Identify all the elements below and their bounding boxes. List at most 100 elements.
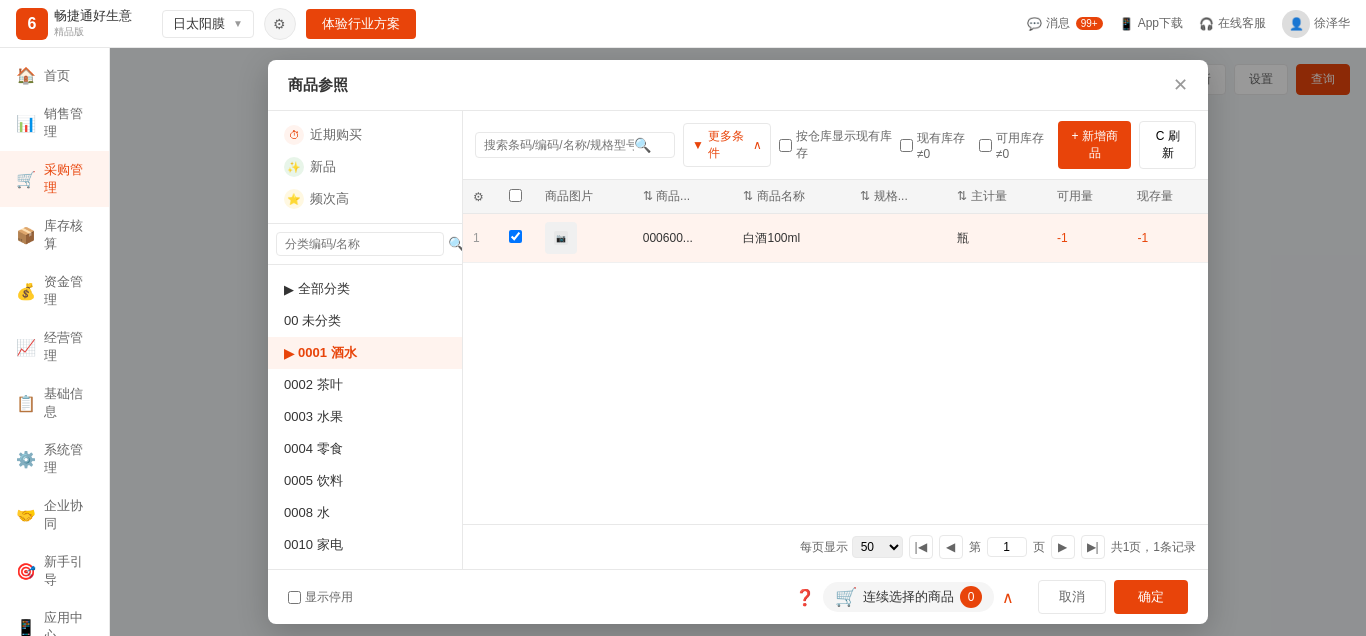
main-area: 查询 设置 刷新 商品参照 ✕ bbox=[110, 48, 1366, 636]
collapse-cart-icon[interactable]: ∧ bbox=[1002, 588, 1014, 607]
logo-icon: 6 bbox=[16, 8, 48, 40]
sidebar-label-purchase: 采购管理 bbox=[44, 161, 93, 197]
category-search-input[interactable] bbox=[276, 232, 444, 256]
logo-text-area: 畅捷通好生意 精品版 bbox=[54, 8, 132, 39]
modal-overlay: 商品参照 ✕ ⏱ 近期购买 ✨ bbox=[110, 48, 1366, 636]
cancel-button[interactable]: 取消 bbox=[1038, 580, 1106, 614]
messages-btn[interactable]: 💬 消息 99+ bbox=[1027, 15, 1103, 32]
sidebar-item-app-center[interactable]: 📱 应用中心 bbox=[0, 599, 109, 636]
sidebar-label-system: 系统管理 bbox=[44, 441, 93, 477]
product-table: ⚙ 商品图片 ⇅ 商品... bbox=[463, 180, 1208, 263]
nav-label: 日太阳膜 bbox=[173, 15, 225, 33]
cat-item-liquor[interactable]: ▶ 0001 酒水 bbox=[268, 337, 462, 369]
row-checkbox-cell bbox=[499, 214, 535, 263]
cat-item-all[interactable]: ▶ 全部分类 bbox=[268, 273, 462, 305]
page-number-input[interactable] bbox=[987, 537, 1027, 557]
sidebar-label-app-center: 应用中心 bbox=[44, 609, 93, 636]
col-unit[interactable]: ⇅ 主计量 bbox=[947, 180, 1047, 214]
check-available[interactable]: 现有库存≠0 bbox=[900, 130, 971, 161]
sidebar-item-enterprise[interactable]: 🤝 企业协同 bbox=[0, 487, 109, 543]
show-disabled-input[interactable] bbox=[288, 591, 301, 604]
cat-item-water[interactable]: 0008 水 bbox=[268, 497, 462, 529]
online-service-btn[interactable]: 🎧 在线客服 bbox=[1199, 15, 1266, 32]
settings-icon[interactable]: ⚙ bbox=[264, 8, 296, 40]
col-code[interactable]: ⇅ 商品... bbox=[633, 180, 734, 214]
add-product-button[interactable]: + 新增商品 bbox=[1058, 121, 1132, 169]
spec-sort-icon: ⇅ bbox=[860, 189, 870, 203]
cat-item-snacks[interactable]: 0004 零食 bbox=[268, 433, 462, 465]
category-list[interactable]: ▶ 全部分类 00 未分类 ▶ 0001 酒水 0002 茶 bbox=[268, 265, 462, 569]
cat-item-beverage[interactable]: 0005 饮料 bbox=[268, 465, 462, 497]
sidebar-item-finance[interactable]: 💰 资金管理 bbox=[0, 263, 109, 319]
sidebar-item-inventory[interactable]: 📦 库存核算 bbox=[0, 207, 109, 263]
row-checkbox[interactable] bbox=[509, 230, 522, 243]
quick-new-product[interactable]: ✨ 新品 bbox=[276, 151, 454, 183]
cart-badge: 🛒 连续选择的商品 0 bbox=[823, 582, 994, 612]
check-usable[interactable]: 可用库存≠0 bbox=[979, 130, 1050, 161]
cat-item-appliance[interactable]: 0010 家电 bbox=[268, 529, 462, 561]
show-disabled-checkbox[interactable]: 显示停用 bbox=[288, 589, 353, 606]
cart-count: 0 bbox=[960, 586, 982, 608]
inventory-icon: 📦 bbox=[16, 226, 36, 245]
first-page-button[interactable]: |◀ bbox=[909, 535, 933, 559]
prev-page-button[interactable]: ◀ bbox=[939, 535, 963, 559]
col-available: 可用量 bbox=[1047, 180, 1128, 214]
product-search-icon[interactable]: 🔍 bbox=[634, 137, 651, 153]
page-size-select[interactable]: 20 50 100 bbox=[852, 536, 903, 558]
category-search-icon[interactable]: 🔍 bbox=[448, 236, 463, 252]
quick-recent-purchase[interactable]: ⏱ 近期购买 bbox=[276, 119, 454, 151]
guide-icon: 🎯 bbox=[16, 562, 36, 581]
try-button[interactable]: 体验行业方案 bbox=[306, 9, 416, 39]
sidebar-item-guide[interactable]: 🎯 新手引导 bbox=[0, 543, 109, 599]
modal-close-button[interactable]: ✕ bbox=[1173, 74, 1188, 96]
content-panel: 🔍 ▼ 更多条件 ∧ 按仓库显示现有库存 bbox=[463, 111, 1208, 569]
page-info: 共1页，1条记录 bbox=[1111, 539, 1196, 556]
row-name-cell: 白酒100ml bbox=[733, 214, 850, 263]
refresh-button[interactable]: C 刷新 bbox=[1139, 121, 1196, 169]
next-page-button[interactable]: ▶ bbox=[1051, 535, 1075, 559]
sidebar-item-purchase[interactable]: 🛒 采购管理 bbox=[0, 151, 109, 207]
sidebar-item-home[interactable]: 🏠 首页 bbox=[0, 56, 109, 95]
help-icon[interactable]: ❓ bbox=[795, 588, 815, 607]
confirm-button[interactable]: 确定 bbox=[1114, 580, 1188, 614]
select-all-checkbox[interactable] bbox=[509, 189, 522, 202]
user-profile-btn[interactable]: 👤 徐泽华 bbox=[1282, 10, 1350, 38]
filter-label: 更多条件 bbox=[708, 128, 749, 162]
check-by-warehouse-input[interactable] bbox=[779, 139, 792, 152]
nav-selector[interactable]: 日太阳膜 ▼ bbox=[162, 10, 254, 38]
table-row[interactable]: 1 📷 000600... bbox=[463, 214, 1208, 263]
operations-icon: 📈 bbox=[16, 338, 36, 357]
page-label: 第 bbox=[969, 539, 981, 556]
sidebar-item-system[interactable]: ⚙️ 系统管理 bbox=[0, 431, 109, 487]
app-download-btn[interactable]: 📱 App下载 bbox=[1119, 15, 1183, 32]
col-spec[interactable]: ⇅ 规格... bbox=[850, 180, 947, 214]
check-usable-label: 可用库存≠0 bbox=[996, 130, 1050, 161]
col-name[interactable]: ⇅ 商品名称 bbox=[733, 180, 850, 214]
sidebar-item-basic-info[interactable]: 📋 基础信息 bbox=[0, 375, 109, 431]
svg-text:📷: 📷 bbox=[556, 233, 566, 243]
unit-sort-icon: ⇅ bbox=[957, 189, 967, 203]
message-icon: 💬 bbox=[1027, 17, 1042, 31]
quick-new-label: 新品 bbox=[310, 158, 336, 176]
product-search-input[interactable] bbox=[484, 138, 634, 152]
sort-icon: ⇅ bbox=[643, 189, 653, 203]
quick-recent-label: 近期购买 bbox=[310, 126, 362, 144]
cat-item-unclassified[interactable]: 00 未分类 bbox=[268, 305, 462, 337]
quick-frequent[interactable]: ⭐ 频次高 bbox=[276, 183, 454, 215]
freq-icon: ⭐ bbox=[284, 189, 304, 209]
category-panel: ⏱ 近期购买 ✨ 新品 ⭐ 频次高 bbox=[268, 111, 463, 569]
cat-liquor-arrow-icon: ▶ bbox=[284, 346, 294, 361]
last-page-button[interactable]: ▶| bbox=[1081, 535, 1105, 559]
filter-button[interactable]: ▼ 更多条件 ∧ bbox=[683, 123, 771, 167]
cat-item-fruit[interactable]: 0003 水果 bbox=[268, 401, 462, 433]
new-icon: ✨ bbox=[284, 157, 304, 177]
check-by-warehouse[interactable]: 按仓库显示现有库存 bbox=[779, 128, 892, 162]
check-usable-input[interactable] bbox=[979, 139, 992, 152]
cat-fruit-label: 0003 水果 bbox=[284, 408, 343, 426]
row-num-cell: 1 bbox=[463, 214, 499, 263]
sidebar-label-guide: 新手引导 bbox=[44, 553, 93, 589]
sidebar-item-operations[interactable]: 📈 经营管理 bbox=[0, 319, 109, 375]
cat-item-tea[interactable]: 0002 茶叶 bbox=[268, 369, 462, 401]
sidebar-item-sales[interactable]: 📊 销售管理 bbox=[0, 95, 109, 151]
check-available-input[interactable] bbox=[900, 139, 913, 152]
